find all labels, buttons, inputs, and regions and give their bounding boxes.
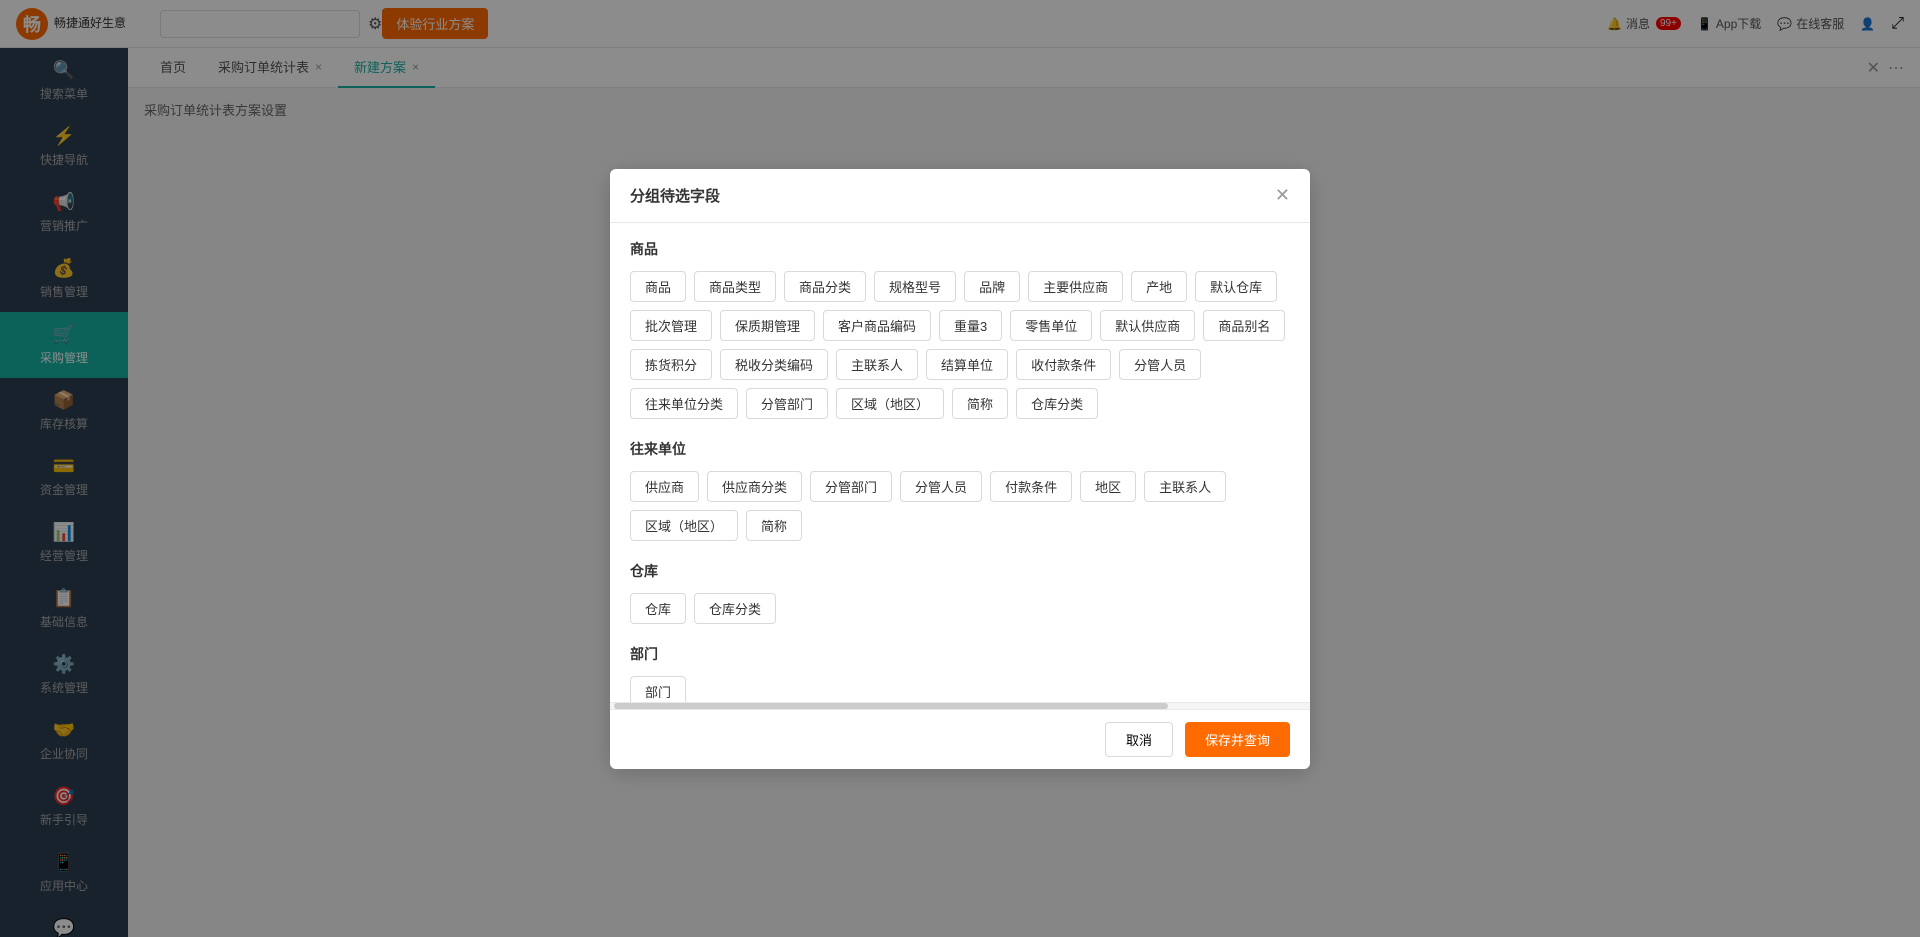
- section-title-department: 部门: [630, 644, 1290, 664]
- field-tag-默认仓库[interactable]: 默认仓库: [1195, 271, 1277, 302]
- field-tag-分管人员[interactable]: 分管人员: [1119, 349, 1201, 380]
- field-tag-地区[interactable]: 地区: [1080, 471, 1136, 502]
- field-tag-往来单位分类[interactable]: 往来单位分类: [630, 388, 738, 419]
- field-tag-主联系人[interactable]: 主联系人: [836, 349, 918, 380]
- cancel-button[interactable]: 取消: [1105, 722, 1173, 757]
- field-tag-简称[interactable]: 简称: [952, 388, 1008, 419]
- field-tag-付款条件[interactable]: 付款条件: [990, 471, 1072, 502]
- section-title-goods: 商品: [630, 239, 1290, 259]
- field-tag-收付款条件[interactable]: 收付款条件: [1016, 349, 1111, 380]
- field-tag-分管人员[interactable]: 分管人员: [900, 471, 982, 502]
- field-tag-客户商品编码[interactable]: 客户商品编码: [823, 310, 931, 341]
- field-tag-商品别名[interactable]: 商品别名: [1203, 310, 1285, 341]
- field-tag-税收分类编码[interactable]: 税收分类编码: [720, 349, 828, 380]
- field-tag-区域（地区）[interactable]: 区域（地区）: [630, 510, 738, 541]
- field-section-department: 部门部门: [630, 644, 1290, 702]
- modal-header: 分组待选字段 ✕: [610, 169, 1310, 223]
- field-section-goods: 商品商品商品类型商品分类规格型号品牌主要供应商产地默认仓库批次管理保质期管理客户…: [630, 239, 1290, 419]
- field-tag-主要供应商[interactable]: 主要供应商: [1028, 271, 1123, 302]
- modal-body: 商品商品商品类型商品分类规格型号品牌主要供应商产地默认仓库批次管理保质期管理客户…: [610, 223, 1310, 702]
- field-grid-warehouse: 仓库仓库分类: [630, 593, 1290, 624]
- field-tag-仓库分类[interactable]: 仓库分类: [1016, 388, 1098, 419]
- field-tag-保质期管理[interactable]: 保质期管理: [720, 310, 815, 341]
- field-grid-department: 部门: [630, 676, 1290, 702]
- field-tag-仓库分类[interactable]: 仓库分类: [694, 593, 776, 624]
- field-tag-规格型号[interactable]: 规格型号: [874, 271, 956, 302]
- field-tag-区域（地区）[interactable]: 区域（地区）: [836, 388, 944, 419]
- field-section-partner: 往来单位供应商供应商分类分管部门分管人员付款条件地区主联系人区域（地区） 简称: [630, 439, 1290, 541]
- modal-horizontal-scrollbar[interactable]: [610, 702, 1310, 709]
- section-title-partner: 往来单位: [630, 439, 1290, 459]
- field-selection-modal: 分组待选字段 ✕ 商品商品商品类型商品分类规格型号品牌主要供应商产地默认仓库批次…: [610, 169, 1310, 769]
- field-grid-goods: 商品商品类型商品分类规格型号品牌主要供应商产地默认仓库批次管理保质期管理客户商品…: [630, 271, 1290, 419]
- field-tag-重量3[interactable]: 重量3: [939, 310, 1002, 341]
- field-tag-仓库[interactable]: 仓库: [630, 593, 686, 624]
- field-tag-结算单位[interactable]: 结算单位: [926, 349, 1008, 380]
- field-tag-供应商分类[interactable]: 供应商分类: [707, 471, 802, 502]
- field-tag-分管部门[interactable]: 分管部门: [810, 471, 892, 502]
- field-tag-部门[interactable]: 部门: [630, 676, 686, 702]
- section-title-warehouse: 仓库: [630, 561, 1290, 581]
- field-tag-零售单位[interactable]: 零售单位: [1010, 310, 1092, 341]
- modal-overlay: 分组待选字段 ✕ 商品商品商品类型商品分类规格型号品牌主要供应商产地默认仓库批次…: [0, 0, 1920, 937]
- field-grid-partner: 供应商供应商分类分管部门分管人员付款条件地区主联系人区域（地区） 简称: [630, 471, 1290, 541]
- field-tag-产地[interactable]: 产地: [1131, 271, 1187, 302]
- save-query-button[interactable]: 保存并查询: [1185, 722, 1290, 757]
- field-tag-商品[interactable]: 商品: [630, 271, 686, 302]
- modal-close-button[interactable]: ✕: [1275, 186, 1290, 204]
- field-tag-分管部门[interactable]: 分管部门: [746, 388, 828, 419]
- modal-title: 分组待选字段: [630, 185, 720, 206]
- field-tag-主联系人[interactable]: 主联系人: [1144, 471, 1226, 502]
- field-tag-批次管理[interactable]: 批次管理: [630, 310, 712, 341]
- field-tag-商品分类[interactable]: 商品分类: [784, 271, 866, 302]
- field-tag-商品类型[interactable]: 商品类型: [694, 271, 776, 302]
- field-section-warehouse: 仓库仓库仓库分类: [630, 561, 1290, 624]
- field-tag-拣货积分[interactable]: 拣货积分: [630, 349, 712, 380]
- field-tag-品牌[interactable]: 品牌: [964, 271, 1020, 302]
- field-tag-供应商[interactable]: 供应商: [630, 471, 699, 502]
- field-tag-默认供应商[interactable]: 默认供应商: [1100, 310, 1195, 341]
- modal-footer: 取消 保存并查询: [610, 709, 1310, 769]
- field-tag-简称[interactable]: 简称: [746, 510, 802, 541]
